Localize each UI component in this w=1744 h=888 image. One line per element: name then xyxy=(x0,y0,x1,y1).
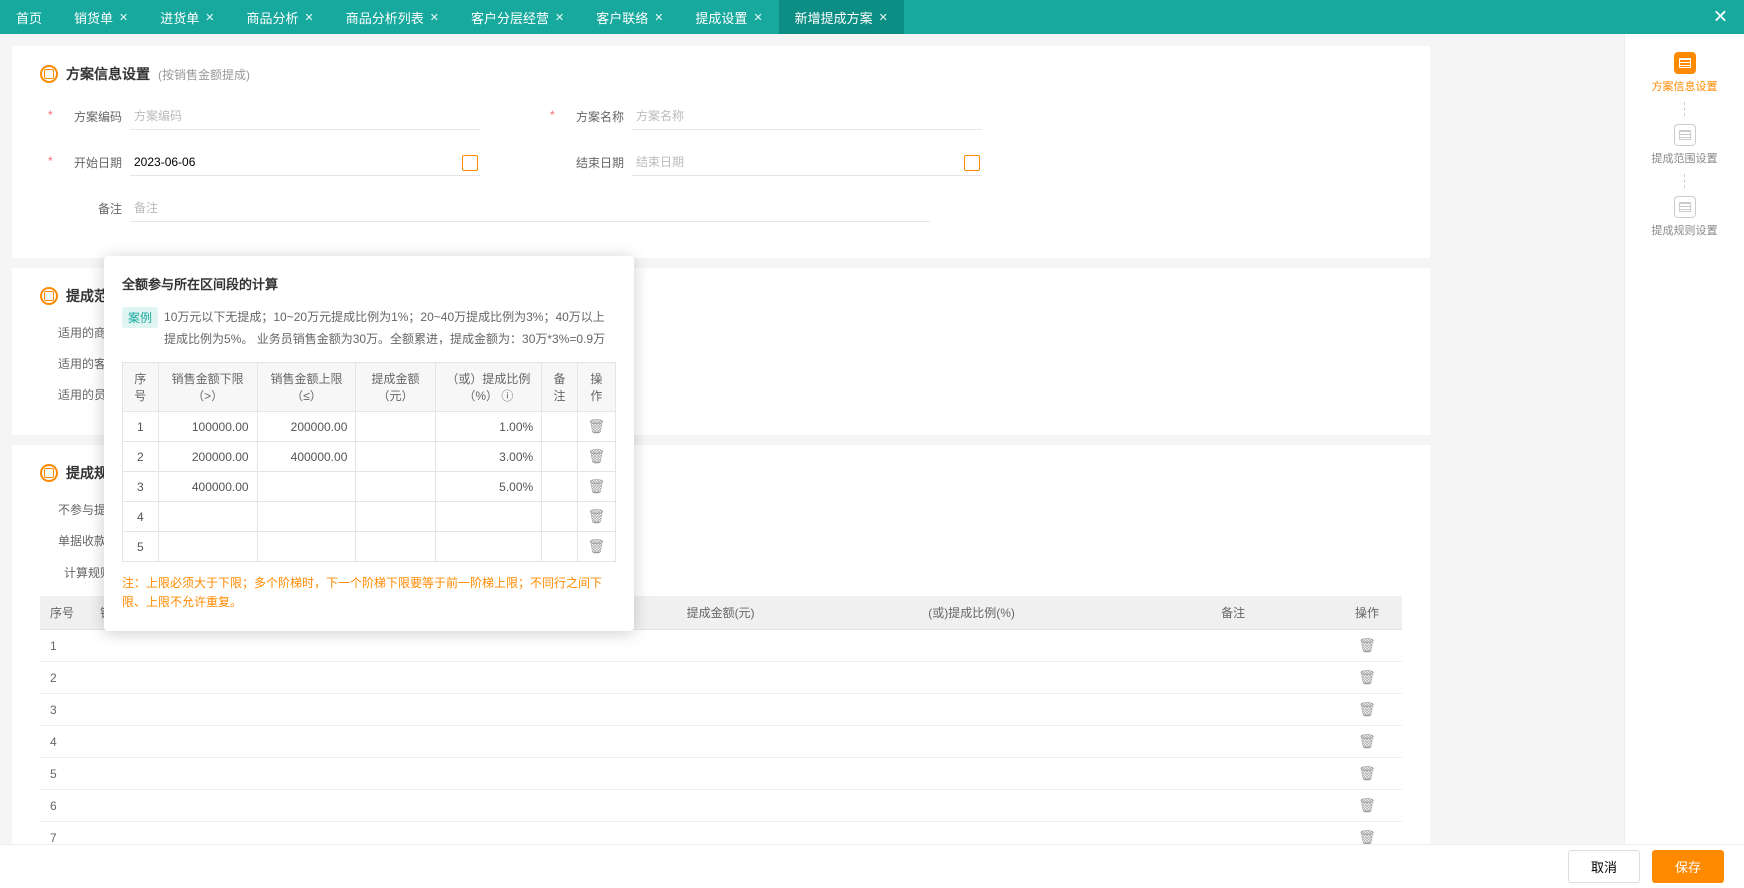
nav-step-rules[interactable]: 提成规则设置 xyxy=(1652,196,1718,238)
trash-icon[interactable]: 🗑 xyxy=(1358,701,1376,717)
form-icon xyxy=(1674,124,1696,146)
table-row[interactable]: 7🗑 xyxy=(40,822,1402,845)
panel-badge-icon xyxy=(40,65,58,83)
close-icon[interactable]: ✕ xyxy=(430,11,439,24)
panel-scheme-info: 方案信息设置 (按销售金额提成) 方案编码 方案名称 开始日期 xyxy=(12,46,1430,258)
table-row: 1100000.00200000.001.00%🗑 xyxy=(123,412,616,442)
ex-col-amount: 提成金额（元） xyxy=(356,363,435,412)
panel-badge-icon xyxy=(40,464,58,482)
tab-提成设置[interactable]: 提成设置✕ xyxy=(679,0,778,34)
tab-客户分层经营[interactable]: 客户分层经营✕ xyxy=(455,0,580,34)
name-input[interactable] xyxy=(632,102,982,130)
nav-step-info[interactable]: 方案信息设置 xyxy=(1652,52,1718,94)
table-row: 4🗑 xyxy=(123,502,616,532)
ex-col-ratio: （或）提成比例（%） ⓘ xyxy=(435,363,542,412)
example-table-body: 1100000.00200000.001.00%🗑2200000.0040000… xyxy=(123,412,616,562)
cancel-button[interactable]: 取消 xyxy=(1568,850,1640,883)
remark-label: 备注 xyxy=(58,200,122,217)
tab-客户联络[interactable]: 客户联络✕ xyxy=(580,0,679,34)
trash-icon[interactable]: 🗑 xyxy=(1358,829,1376,844)
table-row[interactable]: 5🗑 xyxy=(40,758,1402,790)
col-action: 操作 xyxy=(1332,596,1402,630)
remark-input[interactable] xyxy=(130,194,930,222)
end-date-label: 结束日期 xyxy=(560,154,624,171)
tab-商品分析[interactable]: 商品分析✕ xyxy=(230,0,329,34)
table-row: 2200000.00400000.003.00%🗑 xyxy=(123,442,616,472)
ex-col-lower: 销售金额下限（>） xyxy=(158,363,257,412)
panel-subtitle: (按销售金额提成) xyxy=(158,66,250,83)
table-row[interactable]: 4🗑 xyxy=(40,726,1402,758)
close-icon[interactable]: ✕ xyxy=(119,11,128,24)
rule-example-popover: 全额参与所在区间段的计算 案例 10万元以下无提成；10~20万元提成比例为1%… xyxy=(104,256,634,631)
col-amount: 提成金额(元) xyxy=(677,596,919,630)
close-icon[interactable]: ✕ xyxy=(205,11,214,24)
sidebar-nav: 方案信息设置 提成范围设置 提成规则设置 xyxy=(1624,34,1744,844)
tab-进货单[interactable]: 进货单✕ xyxy=(144,0,230,34)
rules-table: 序号 销售金额下限(>) 销售金额上限(≤) 提成金额(元) (或)提成比例(%… xyxy=(40,596,1402,844)
tab-商品分析列表[interactable]: 商品分析列表✕ xyxy=(330,0,455,34)
trash-icon[interactable]: 🗑 xyxy=(587,448,605,464)
popover-note: 注：上限必须大于下限；多个阶梯时，下一个阶梯下限要等于前一阶梯上限；不同行之间下… xyxy=(122,574,616,612)
start-date-input[interactable] xyxy=(130,148,480,176)
close-icon[interactable]: ✕ xyxy=(879,11,888,24)
code-label: 方案编码 xyxy=(58,108,122,125)
trash-icon[interactable]: 🗑 xyxy=(1358,733,1376,749)
example-badge: 案例 xyxy=(122,307,158,328)
trash-icon[interactable]: 🗑 xyxy=(587,508,605,524)
ex-col-seq: 序号 xyxy=(123,363,159,412)
trash-icon[interactable]: 🗑 xyxy=(1358,637,1376,653)
col-remark: 备注 xyxy=(1211,596,1332,630)
table-row: 5🗑 xyxy=(123,532,616,562)
start-date-label: 开始日期 xyxy=(58,154,122,171)
nav-connector xyxy=(1684,174,1685,188)
ex-col-upper: 销售金额上限（≤） xyxy=(257,363,356,412)
close-icon[interactable]: ✕ xyxy=(555,11,564,24)
calendar-icon[interactable] xyxy=(964,155,978,169)
code-input[interactable] xyxy=(130,102,480,130)
close-all-icon[interactable]: ✕ xyxy=(1705,3,1736,32)
trash-icon[interactable]: 🗑 xyxy=(587,538,605,554)
calendar-icon[interactable] xyxy=(462,155,476,169)
trash-icon[interactable]: 🗑 xyxy=(587,478,605,494)
panel-badge-icon xyxy=(40,287,58,305)
nav-connector xyxy=(1684,102,1685,116)
ex-col-action: 操作 xyxy=(577,363,615,412)
trash-icon[interactable]: 🗑 xyxy=(1358,765,1376,781)
rules-table-body: 1🗑2🗑3🗑4🗑5🗑6🗑7🗑 xyxy=(40,630,1402,845)
tab-新增提成方案[interactable]: 新增提成方案✕ xyxy=(779,0,904,34)
info-icon[interactable]: ⓘ xyxy=(501,389,513,403)
close-icon[interactable]: ✕ xyxy=(753,11,762,24)
name-label: 方案名称 xyxy=(560,108,624,125)
table-row: 3400000.005.00%🗑 xyxy=(123,472,616,502)
form-icon xyxy=(1674,196,1696,218)
example-table: 序号 销售金额下限（>） 销售金额上限（≤） 提成金额（元） （或）提成比例（%… xyxy=(122,362,616,562)
popover-title: 全额参与所在区间段的计算 xyxy=(122,274,616,293)
col-seq: 序号 xyxy=(40,596,90,630)
tab-首页[interactable]: 首页 xyxy=(0,0,58,34)
close-icon[interactable]: ✕ xyxy=(305,11,314,24)
ex-col-remark: 备注 xyxy=(542,363,578,412)
table-row[interactable]: 3🗑 xyxy=(40,694,1402,726)
trash-icon[interactable]: 🗑 xyxy=(587,418,605,434)
table-row[interactable]: 2🗑 xyxy=(40,662,1402,694)
table-row[interactable]: 1🗑 xyxy=(40,630,1402,662)
close-icon[interactable]: ✕ xyxy=(654,11,663,24)
tab-bar: 首页销货单✕进货单✕商品分析✕商品分析列表✕客户分层经营✕客户联络✕提成设置✕新… xyxy=(0,0,1744,34)
save-button[interactable]: 保存 xyxy=(1652,850,1724,883)
footer: 取消 保存 xyxy=(0,844,1744,888)
table-row[interactable]: 6🗑 xyxy=(40,790,1402,822)
panel-title: 方案信息设置 xyxy=(66,64,150,84)
form-icon xyxy=(1674,52,1696,74)
col-ratio: (或)提成比例(%) xyxy=(918,596,1211,630)
trash-icon[interactable]: 🗑 xyxy=(1358,797,1376,813)
trash-icon[interactable]: 🗑 xyxy=(1358,669,1376,685)
end-date-input[interactable] xyxy=(632,148,982,176)
example-text: 10万元以下无提成；10~20万元提成比例为1%；20~40万提成比例为3%；4… xyxy=(164,310,605,346)
nav-step-scope[interactable]: 提成范围设置 xyxy=(1652,124,1718,166)
tab-销货单[interactable]: 销货单✕ xyxy=(58,0,144,34)
